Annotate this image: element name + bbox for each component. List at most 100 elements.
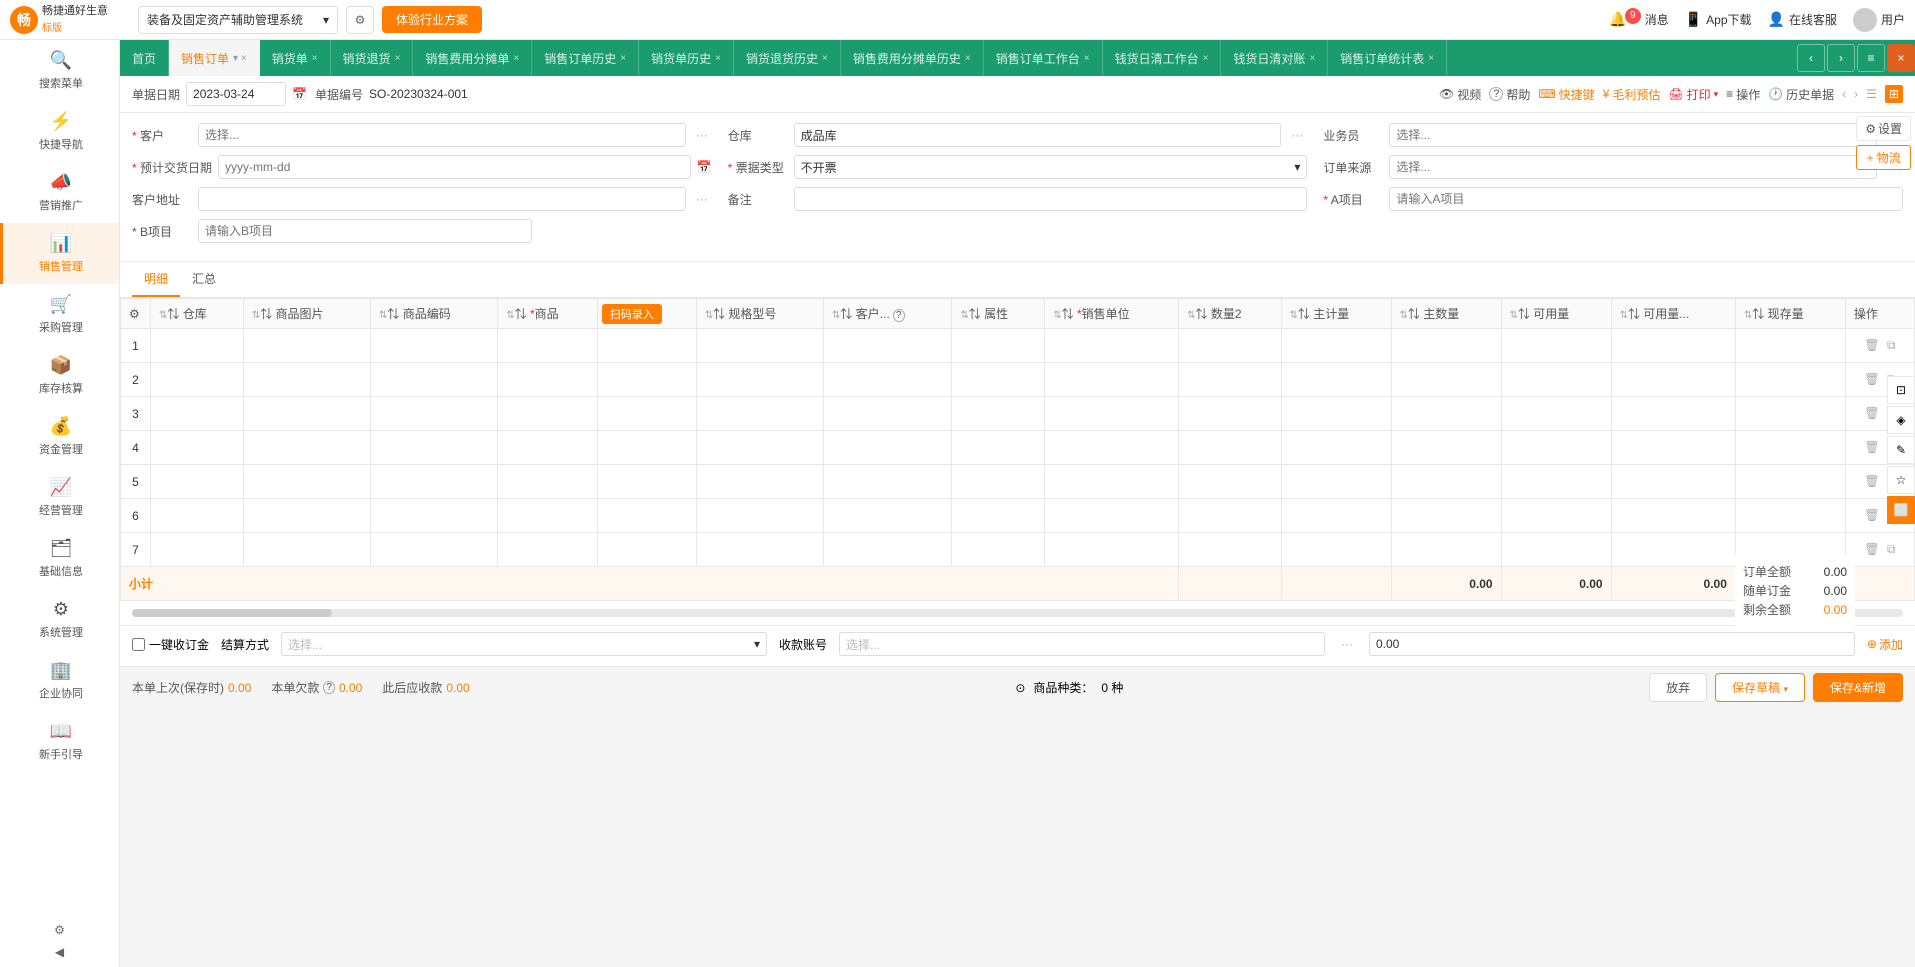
row-code[interactable] [371, 329, 498, 363]
copy-icon[interactable]: ⧉ [1887, 338, 1896, 352]
sidebar-collapse[interactable]: ◀ [55, 945, 64, 959]
sidebar-item-base[interactable]: 🗂 基础信息 [0, 528, 119, 589]
row-main-unit[interactable] [1281, 329, 1391, 363]
warehouse-more-icon[interactable]: ··· [1287, 128, 1307, 142]
warehouse-input[interactable] [794, 123, 1282, 147]
row-warehouse[interactable] [151, 363, 244, 397]
save-new-button[interactable]: 保存&新增 [1813, 673, 1903, 702]
tab-summary[interactable]: 汇总 [180, 262, 228, 297]
sidebar-item-ops[interactable]: 📈 经营管理 [0, 467, 119, 528]
shortcut-button[interactable]: ⌨ 快捷键 [1538, 86, 1594, 103]
delete-icon[interactable]: 🗑 [1864, 372, 1879, 386]
account-more-icon[interactable]: ··· [1337, 637, 1357, 651]
th-available[interactable]: ⇅ 可用量 [1501, 299, 1611, 329]
row-main-unit[interactable] [1281, 363, 1391, 397]
help-button[interactable]: ? 帮助 [1489, 86, 1530, 103]
th-product[interactable]: ⇅ *商品 [498, 299, 598, 329]
tab-sales-return[interactable]: 销货退货 × [331, 40, 414, 76]
add-button[interactable]: ⊕ 添加 [1867, 636, 1903, 653]
nav-list-icon[interactable]: ☰ [1866, 87, 1877, 101]
tab-next-button[interactable]: › [1827, 44, 1855, 72]
tab-close-icon[interactable]: × [513, 53, 519, 64]
row-available2[interactable] [1611, 329, 1735, 363]
sidebar-item-corp[interactable]: 🏢 企业协同 [0, 650, 119, 711]
row-code[interactable] [371, 363, 498, 397]
copy-icon[interactable]: ⧉ [1887, 542, 1896, 556]
app-download-item[interactable]: App下载 [1685, 11, 1752, 28]
sidebar-settings[interactable]: ⚙ [54, 923, 65, 937]
row-main-qty[interactable] [1391, 363, 1501, 397]
tab-sales-order[interactable]: 销售订单 × [169, 40, 260, 76]
th-qty2[interactable]: ⇅ 数量2 [1179, 299, 1281, 329]
tab-close-icon[interactable]: × [715, 53, 721, 64]
nav-prev-icon[interactable]: ‹ [1842, 87, 1846, 101]
a-project-input[interactable] [1389, 187, 1903, 211]
tab-close-icon[interactable]: × [1084, 53, 1090, 64]
invoice-type-select[interactable]: 不开票 ▾ [794, 155, 1308, 179]
nav-next-icon[interactable]: › [1854, 87, 1858, 101]
th-available2[interactable]: ⇅ 可用量... [1611, 299, 1735, 329]
industry-button[interactable]: 体验行业方案 [382, 6, 482, 33]
tab-prev-button[interactable]: ‹ [1797, 44, 1825, 72]
nav-expand-icon[interactable]: ⊞ [1885, 85, 1903, 103]
address-input[interactable] [198, 187, 686, 211]
delete-icon[interactable]: 🗑 [1864, 542, 1879, 556]
setup-button[interactable]: ⚙ 设置 [1856, 116, 1911, 141]
row-product[interactable] [498, 329, 598, 363]
order-source-input[interactable] [1389, 155, 1877, 179]
th-settings[interactable]: ⚙ [121, 299, 151, 329]
row-spec[interactable] [696, 363, 823, 397]
row-qty2[interactable] [1179, 363, 1281, 397]
row-unit[interactable] [1045, 363, 1179, 397]
sidebar-item-sales[interactable]: 📊 销售管理 [0, 223, 119, 284]
sidebar-item-guide[interactable]: 📖 新手引导 [0, 711, 119, 772]
scan-button[interactable]: 扫码录入 [602, 304, 662, 324]
row-attr[interactable] [952, 363, 1045, 397]
right-panel-btn-5[interactable]: ⬜ [1887, 496, 1915, 524]
online-service-item[interactable]: 👤 在线客服 [1768, 11, 1837, 28]
system-selector[interactable]: 装备及固定资产辅助管理系统 [138, 6, 338, 34]
right-panel-btn-1[interactable]: ⊡ [1887, 376, 1915, 404]
th-unit[interactable]: ⇅ *销售单位 [1045, 299, 1179, 329]
sidebar-item-quicknav[interactable]: ⚡ 快捷导航 [0, 101, 119, 162]
profit-button[interactable]: ¥ 毛利预估 [1603, 86, 1661, 103]
address-more-icon[interactable]: ··· [692, 192, 712, 206]
view-button[interactable]: 👁 视频 [1439, 86, 1481, 103]
notification-item[interactable]: 9 消息 [1609, 11, 1668, 28]
delivery-date-input[interactable] [218, 155, 691, 179]
sidebar-item-purchase[interactable]: 🛒 采购管理 [0, 284, 119, 345]
right-panel-btn-4[interactable]: ☆ [1887, 466, 1915, 494]
tab-close-all-button[interactable]: × [1887, 44, 1915, 72]
print-dropdown-icon[interactable]: ▾ [1714, 89, 1719, 100]
row-customer-code[interactable] [823, 363, 951, 397]
tab-expense-history[interactable]: 销售费用分摊单历史 × [841, 40, 984, 76]
row-available2[interactable] [1611, 363, 1735, 397]
row-current[interactable] [1735, 329, 1845, 363]
user-item[interactable]: 用户 [1853, 8, 1905, 32]
th-current[interactable]: ⇅ 现存量 [1735, 299, 1845, 329]
horizontal-scrollbar[interactable] [120, 601, 1915, 625]
th-spec[interactable]: ⇅ 规格型号 [696, 299, 823, 329]
row-customer-code[interactable] [823, 329, 951, 363]
row-product[interactable] [498, 363, 598, 397]
row-current[interactable] [1735, 363, 1845, 397]
tab-close-icon[interactable]: × [965, 53, 971, 64]
customer-input[interactable] [198, 123, 686, 147]
th-attr[interactable]: ⇅ 属性 [952, 299, 1045, 329]
row-main-qty[interactable] [1391, 329, 1501, 363]
tab-close-icon[interactable]: × [1203, 53, 1209, 64]
row-available[interactable] [1501, 363, 1611, 397]
tab-sales-expense[interactable]: 销售费用分摊单 × [413, 40, 532, 76]
calendar-icon[interactable]: 📅 [292, 87, 307, 101]
save-draft-button[interactable]: 保存草稿 ▾ [1715, 673, 1805, 702]
date-input[interactable] [186, 82, 286, 106]
tab-close-icon[interactable]: × [312, 53, 318, 64]
tab-cash-workbench[interactable]: 钱货日清工作台 × [1103, 40, 1222, 76]
history-button[interactable]: 🕐 历史单据 [1768, 86, 1834, 103]
delete-icon[interactable]: 🗑 [1864, 508, 1879, 522]
tab-sales-invoice[interactable]: 销货单 × [260, 40, 331, 76]
payment-select[interactable]: 选择... ▾ [281, 632, 767, 656]
delete-icon[interactable]: 🗑 [1864, 338, 1879, 352]
tab-cash-reconcile[interactable]: 钱货日清对账 × [1221, 40, 1328, 76]
account-select[interactable]: 选择... [839, 632, 1325, 656]
